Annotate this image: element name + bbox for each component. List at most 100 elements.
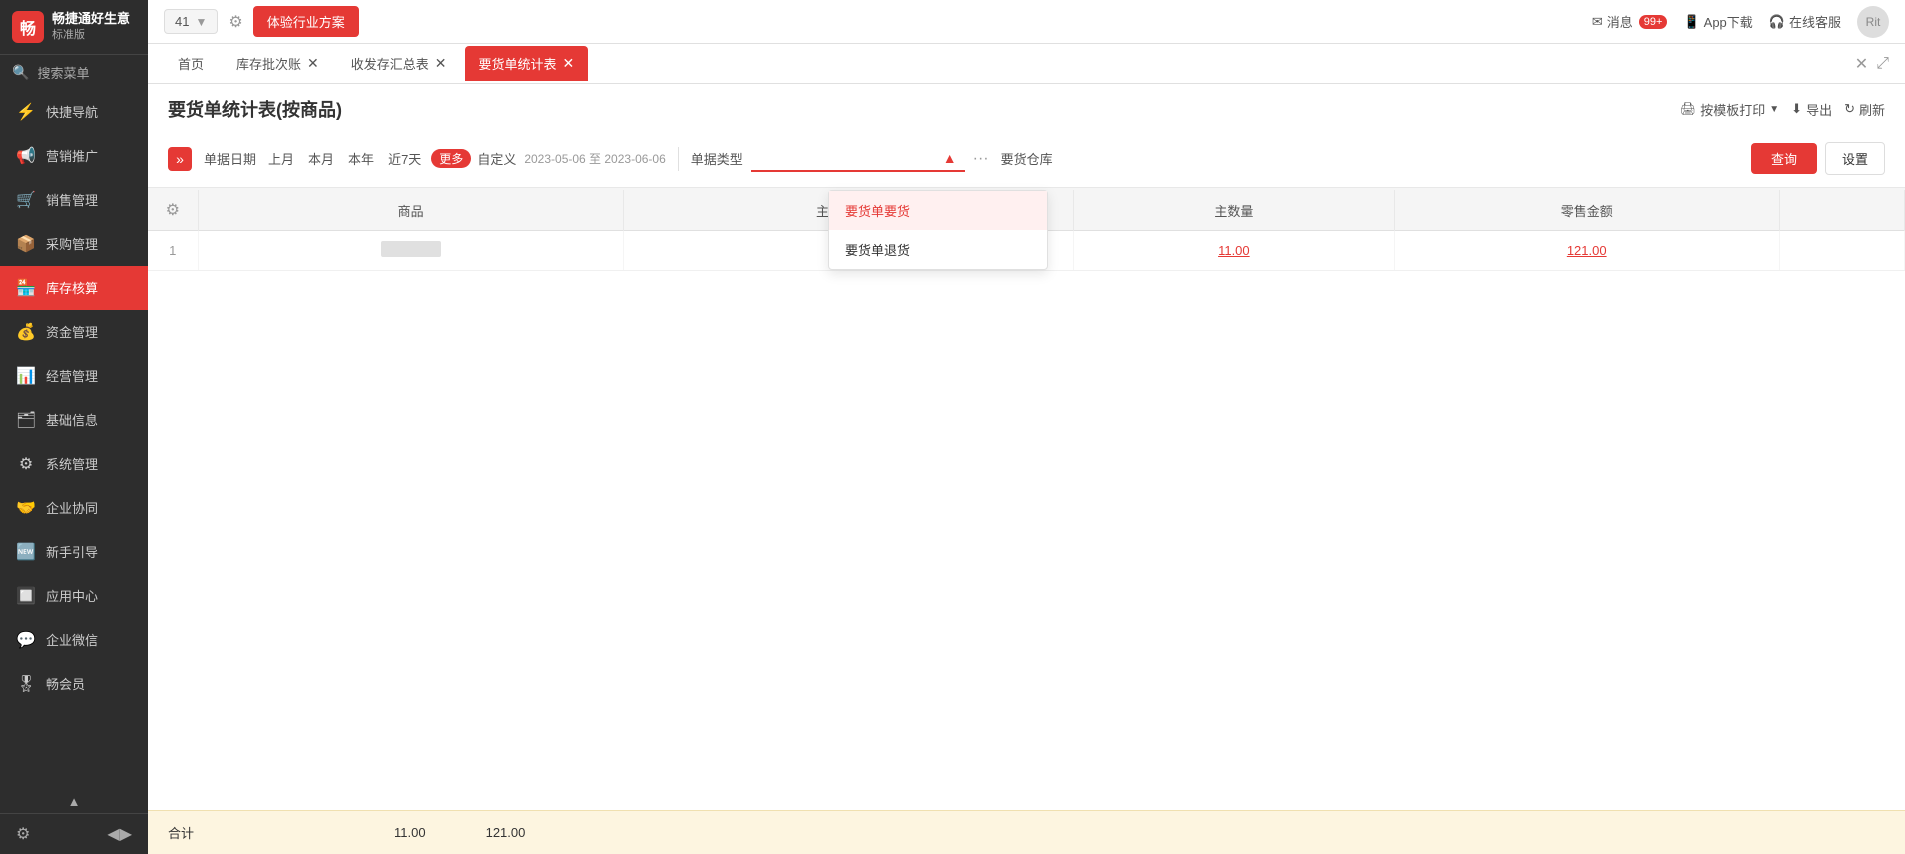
sidebar-item-label: 销售管理 — [46, 190, 98, 209]
tab-receivable-summary-close[interactable]: ✕ — [435, 55, 447, 72]
sidebar-nav: ⚡ 快捷导航 📢 营销推广 🛒 销售管理 📦 采购管理 🏪 库存核算 💰 资金管… — [0, 90, 148, 790]
tab-inventory-batch-close[interactable]: ✕ — [307, 55, 319, 72]
avatar-text: Rit — [1866, 15, 1881, 29]
sidebar-item-label: 营销推广 — [46, 146, 98, 165]
search-menu-item[interactable]: 🔍 搜索菜单 — [0, 55, 148, 90]
guide-icon: 🆕 — [16, 542, 36, 562]
sidebar-item-sales[interactable]: 🛒 销售管理 — [0, 178, 148, 222]
sidebar-item-enterprise[interactable]: 🤝 企业协同 — [0, 486, 148, 530]
sidebar-item-wechat[interactable]: 💬 企业微信 — [0, 618, 148, 662]
messages-label: 消息 — [1607, 12, 1633, 31]
print-template-label: 按模板打印 — [1700, 100, 1765, 119]
last-7-days-shortcut[interactable]: 近7天 — [384, 147, 425, 170]
search-icon: 🔍 — [12, 64, 29, 81]
avatar[interactable]: Rit — [1857, 6, 1889, 38]
settings-icon[interactable]: ⚙ — [16, 824, 30, 844]
footer-total-amount: 121.00 — [486, 825, 526, 840]
more-dates-badge[interactable]: 更多 — [431, 149, 471, 168]
sidebar-item-inventory[interactable]: 🏪 库存核算 — [0, 266, 148, 310]
app-download-label: App下载 — [1704, 12, 1753, 31]
footer-total-label: 合计 — [168, 823, 194, 842]
sidebar-item-quick-nav[interactable]: ⚡ 快捷导航 — [0, 90, 148, 134]
basic-icon: 🗂 — [16, 410, 36, 430]
topbar-gear-icon[interactable]: ⚙ — [228, 12, 242, 32]
query-button[interactable]: 查询 — [1751, 143, 1817, 174]
topbar-left: 41 ▼ ⚙ 体验行业方案 — [164, 6, 1592, 37]
appstore-icon: 🔲 — [16, 586, 36, 606]
sidebar-item-label: 企业协同 — [46, 498, 98, 517]
row-number: 1 — [148, 231, 198, 271]
workspace-selector[interactable]: 41 ▼ — [164, 9, 218, 34]
print-template-button[interactable]: 🖨 按模板打印 ▼ — [1680, 100, 1779, 119]
inventory-icon: 🏪 — [16, 278, 36, 298]
app-download-button[interactable]: 📱 App下载 — [1683, 12, 1752, 31]
page-actions: 🖨 按模板打印 ▼ ⬇ 导出 ↻ 刷新 — [1680, 100, 1885, 119]
doc-type-chevron-up-icon[interactable]: ▲ — [943, 150, 957, 166]
online-service-button[interactable]: 🎧 在线客服 — [1769, 12, 1841, 31]
sidebar-item-label: 畅会员 — [46, 674, 85, 693]
quantity-cell[interactable]: 11.00 — [1074, 231, 1394, 271]
refresh-button[interactable]: ↻ 刷新 — [1844, 100, 1885, 119]
sidebar-item-finance[interactable]: 💰 资金管理 — [0, 310, 148, 354]
column-settings-gear-icon[interactable]: ⚙ — [166, 202, 180, 219]
print-chevron-icon: ▼ — [1769, 104, 1779, 115]
tab-expand-icon[interactable]: ⤢ — [1876, 55, 1889, 73]
doc-type-select[interactable]: ▲ — [751, 146, 965, 172]
table-footer: 合计 11.00 121.00 — [148, 810, 1905, 854]
sidebar-item-label: 快捷导航 — [46, 102, 98, 121]
filter-bar: » 单据日期 上月 本月 本年 近7天 更多 自定义 2023-05-06 至 … — [148, 130, 1905, 188]
doc-type-filter-group: 单据类型 ▲ ··· — [691, 146, 989, 172]
doc-type-input[interactable] — [759, 150, 935, 165]
messages-button[interactable]: ✉ 消息 99+ — [1592, 12, 1668, 31]
this-year-shortcut[interactable]: 本年 — [344, 147, 378, 170]
trial-button[interactable]: 体验行业方案 — [253, 6, 359, 37]
sidebar-item-marketing[interactable]: 📢 营销推广 — [0, 134, 148, 178]
sidebar-item-member[interactable]: 🎖 畅会员 — [0, 662, 148, 706]
marketing-icon: 📢 — [16, 146, 36, 166]
warehouse-filter-group: 要货仓库 — [1001, 149, 1053, 168]
quick-nav-icon: ⚡ — [16, 102, 36, 122]
dropdown-item-requisition-return[interactable]: 要货单退货 — [829, 230, 1047, 269]
sidebar-item-label: 企业微信 — [46, 630, 98, 649]
sidebar-item-label: 资金管理 — [46, 322, 98, 341]
tab-receivable-summary[interactable]: 收发存汇总表 ✕ — [337, 46, 461, 81]
date-label: 单据日期 — [204, 149, 256, 168]
tab-home[interactable]: 首页 — [164, 46, 218, 81]
filter-expand-button[interactable]: » — [168, 147, 192, 171]
sidebar-item-system[interactable]: ⚙ 系统管理 — [0, 442, 148, 486]
sidebar-item-guide[interactable]: 🆕 新手引导 — [0, 530, 148, 574]
tab-inventory-batch[interactable]: 库存批次账 ✕ — [222, 46, 333, 81]
tab-inventory-batch-label: 库存批次账 — [236, 54, 301, 73]
dropdown-item-requisition-return-label: 要货单退货 — [845, 243, 910, 258]
sidebar-item-purchase[interactable]: 📦 采购管理 — [0, 222, 148, 266]
collapse-icon[interactable]: ◀▶ — [107, 824, 132, 844]
phone-icon: 📱 — [1683, 14, 1699, 30]
sidebar-item-appstore[interactable]: 🔲 应用中心 — [0, 574, 148, 618]
wechat-icon: 💬 — [16, 630, 36, 650]
sidebar-item-operation[interactable]: 📊 经营管理 — [0, 354, 148, 398]
sidebar-item-basic[interactable]: 🗂 基础信息 — [0, 398, 148, 442]
column-quantity: 主数量 — [1074, 190, 1394, 231]
main-content: 41 ▼ ⚙ 体验行业方案 ✉ 消息 99+ 📱 App下载 🎧 在线客服 Ri… — [148, 0, 1905, 854]
sidebar-item-label: 新手引导 — [46, 542, 98, 561]
sidebar-bottom: ⚙ ◀▶ — [0, 813, 148, 854]
search-menu-label: 搜索菜单 — [37, 63, 89, 82]
dropdown-item-requisition-order[interactable]: 要货单要货 — [829, 191, 1047, 230]
date-filter-group: 单据日期 上月 本月 本年 近7天 更多 自定义 2023-05-06 至 20… — [204, 147, 666, 170]
expand-icon: » — [176, 151, 184, 167]
column-amount: 零售金额 — [1394, 190, 1779, 231]
export-button[interactable]: ⬇ 导出 — [1791, 100, 1832, 119]
tab-close-all-icon[interactable]: ✕ — [1855, 54, 1868, 74]
tab-requisition-summary[interactable]: 要货单统计表 ✕ — [465, 46, 589, 81]
sidebar-item-label: 采购管理 — [46, 234, 98, 253]
tab-requisition-summary-close[interactable]: ✕ — [563, 55, 575, 72]
sidebar-scroll-up[interactable]: ▲ — [0, 790, 148, 813]
this-month-shortcut[interactable]: 本月 — [304, 147, 338, 170]
amount-cell[interactable]: 121.00 — [1394, 231, 1779, 271]
filter-more-button[interactable]: ··· — [973, 150, 989, 168]
last-month-shortcut[interactable]: 上月 — [264, 147, 298, 170]
custom-date-button[interactable]: 自定义 — [477, 149, 516, 168]
settings-button[interactable]: 设置 — [1825, 142, 1885, 175]
product-placeholder — [381, 241, 441, 257]
page-header: 要货单统计表(按商品) 🖨 按模板打印 ▼ ⬇ 导出 ↻ 刷新 — [148, 84, 1905, 130]
